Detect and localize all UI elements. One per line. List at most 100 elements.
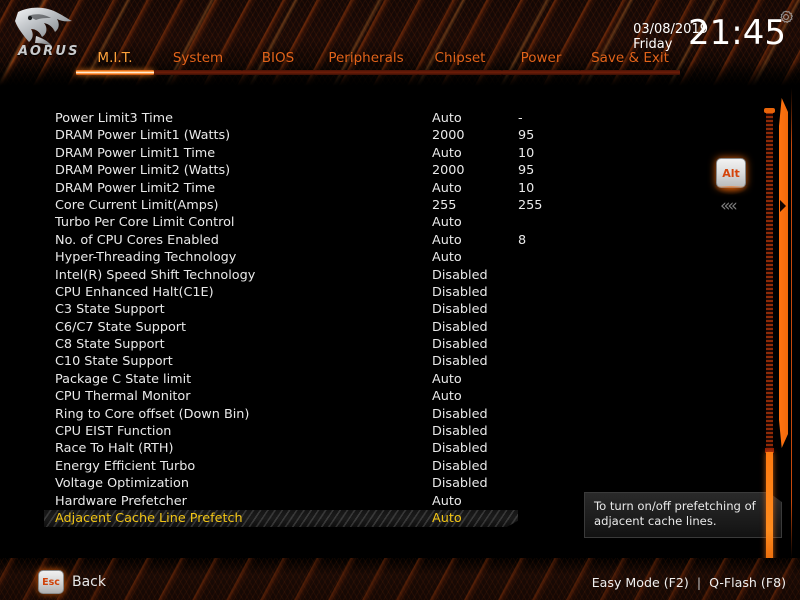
tab-label: System [172,50,224,66]
setting-name: Intel(R) Speed Shift Technology [55,267,256,283]
scrollbar-ticks [766,112,773,452]
setting-name: Package C State limit [55,371,192,387]
clock-text: 21:45 [688,13,786,53]
settings-row[interactable]: Package C State limit Auto [0,371,760,388]
settings-row[interactable]: Intel(R) Speed Shift Technology Disabled [0,267,760,284]
setting-name: C3 State Support [55,302,165,318]
setting-value[interactable]: Disabled [432,475,488,492]
settings-row[interactable]: C6/C7 State Support Disabled [0,319,760,336]
settings-row[interactable]: DRAM Power Limit2 Time Auto 10 [0,180,760,197]
tab-chipset[interactable]: Chipset [418,50,502,75]
tab-label: Chipset [434,50,486,66]
settings-row[interactable]: C10 State Support Disabled [0,353,760,370]
settings-row[interactable]: DRAM Power Limit1 Time Auto 10 [0,145,760,162]
setting-current-value: 255 [518,197,543,213]
settings-row[interactable]: Energy Efficient Turbo Disabled [0,458,760,475]
setting-value[interactable]: Disabled [432,423,488,440]
tab-label: Save & Exit [591,50,669,66]
tab-label: BIOS [261,50,295,66]
setting-name: Voltage Optimization [55,476,189,492]
settings-row[interactable]: Power Limit3 Time Auto - [0,110,760,127]
setting-value[interactable]: Auto [432,510,462,527]
setting-value[interactable]: Auto [432,214,462,231]
setting-name: C10 State Support [55,354,173,370]
setting-name: Turbo Per Core Limit Control [55,215,235,231]
settings-row[interactable]: DRAM Power Limit1 (Watts) 2000 95 [0,127,760,144]
settings-row[interactable]: Voltage Optimization Disabled [0,475,760,492]
settings-row[interactable]: No. of CPU Cores Enabled Auto 8 [0,232,760,249]
setting-current-value: 10 [518,145,535,161]
settings-row[interactable]: Hyper-Threading Technology Auto [0,249,760,266]
setting-name: Race To Halt (RTH) [55,441,174,457]
setting-value[interactable]: Disabled [432,301,488,318]
setting-value[interactable]: Auto [432,493,462,510]
help-tooltip: To turn on/off prefetching of adjacent c… [584,492,782,538]
setting-value[interactable]: Auto [432,145,462,162]
settings-row[interactable]: Race To Halt (RTH) Disabled [0,440,760,457]
tab-underline [418,70,502,75]
setting-name: DRAM Power Limit2 (Watts) [55,163,231,179]
tab-label: Peripherals [328,50,404,66]
settings-row[interactable]: Ring to Core offset (Down Bin) Disabled [0,406,760,423]
setting-value[interactable]: Auto [432,388,462,405]
chevron-left-double-icon[interactable]: «« [720,196,738,216]
setting-value[interactable]: Disabled [432,440,488,457]
tab-underline [76,70,154,75]
tab-m-i-t[interactable]: M.I.T. [76,50,154,75]
tab-underline [154,70,242,75]
setting-value[interactable]: Auto [432,180,462,197]
settings-row[interactable]: CPU Enhanced Halt(C1E) Disabled [0,284,760,301]
setting-name: CPU Thermal Monitor [55,389,191,405]
setting-value[interactable]: Disabled [432,284,488,301]
setting-value[interactable]: Auto [432,249,462,266]
tab-power[interactable]: Power [502,50,580,75]
settings-row[interactable]: Turbo Per Core Limit Control Auto [0,214,760,231]
scrollbar-thumb[interactable] [766,452,773,564]
tab-underline [502,70,580,75]
settings-row[interactable]: CPU EIST Function Disabled [0,423,760,440]
setting-value[interactable]: Disabled [432,406,488,423]
settings-row[interactable]: C3 State Support Disabled [0,301,760,318]
setting-name: Ring to Core offset (Down Bin) [55,406,250,422]
setting-current-value: - [518,111,523,126]
tab-peripherals[interactable]: Peripherals [314,50,418,75]
setting-name: DRAM Power Limit2 Time [55,180,216,196]
setting-value[interactable]: 2000 [432,127,465,144]
setting-name: C8 State Support [55,337,165,353]
settings-list: Power Limit3 Time Auto - DRAM Power Limit1 … [0,110,760,528]
setting-name: CPU EIST Function [55,424,172,440]
easy-mode-shortcut[interactable]: Easy Mode (F2) [592,575,689,590]
setting-value[interactable]: Auto [432,232,462,249]
panel-edge-accent [779,98,788,448]
tab-save-exit[interactable]: Save & Exit [580,50,680,75]
alt-key-button[interactable]: Alt [716,158,746,188]
setting-value[interactable]: Auto [432,371,462,388]
setting-value[interactable]: Auto [432,110,462,127]
qflash-shortcut[interactable]: Q-Flash (F8) [709,575,786,590]
tab-bios[interactable]: BIOS [242,50,314,75]
tab-label: Power [520,50,562,66]
setting-value[interactable]: Disabled [432,267,488,284]
setting-value[interactable]: Disabled [432,336,488,353]
settings-row[interactable]: CPU Thermal Monitor Auto [0,388,760,405]
setting-name: Power Limit3 Time [55,111,174,126]
tab-label: M.I.T. [97,50,133,66]
tab-system[interactable]: System [154,50,242,75]
settings-row[interactable]: DRAM Power Limit2 (Watts) 2000 95 [0,162,760,179]
setting-value[interactable]: 2000 [432,162,465,179]
settings-row[interactable]: C8 State Support Disabled [0,336,760,353]
setting-current-value: 95 [518,163,535,179]
settings-row[interactable]: Core Current Limit(Amps) 255 255 [0,197,760,214]
setting-value[interactable]: 255 [432,197,456,214]
setting-value[interactable]: Disabled [432,458,488,475]
panel-expand-arrow-icon[interactable] [780,200,786,212]
setting-name: C6/C7 State Support [55,319,187,335]
setting-value[interactable]: Disabled [432,319,488,336]
setting-name: Energy Efficient Turbo [55,458,196,474]
setting-name: DRAM Power Limit1 (Watts) [55,128,231,144]
back-label[interactable]: Back [72,574,106,590]
tab-underline [242,70,314,75]
setting-value[interactable]: Disabled [432,353,488,370]
help-tooltip-text: To turn on/off prefetching of adjacent c… [594,499,756,528]
esc-key-icon[interactable]: Esc [38,570,64,594]
